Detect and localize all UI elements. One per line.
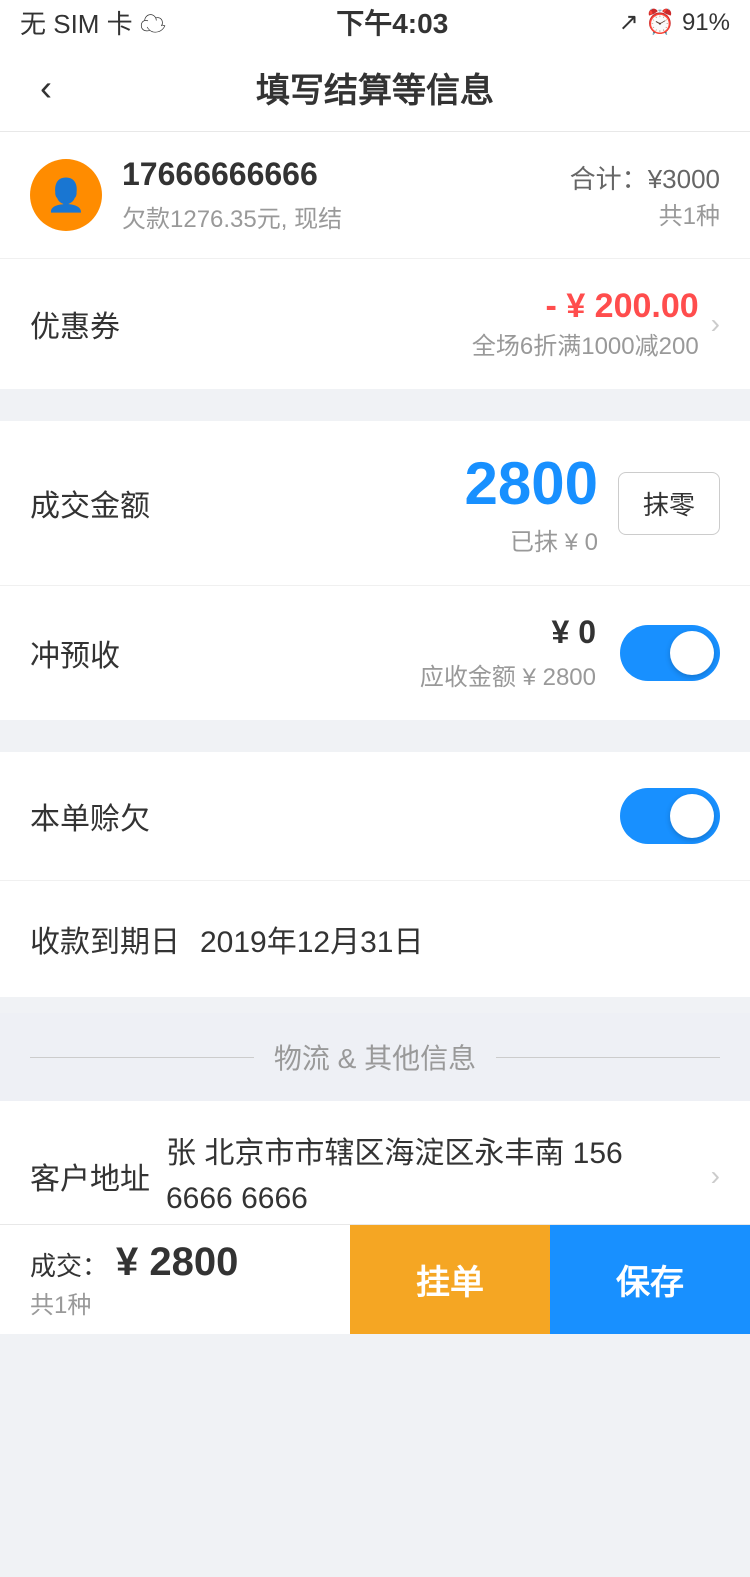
page-title: 填写结算等信息	[256, 63, 494, 112]
status-right: ↗ ⏰ 91%	[619, 8, 730, 37]
due-date-label: 收款到期日	[30, 917, 180, 961]
customer-phone: 17666666666	[122, 156, 342, 193]
coupon-chevron-icon: ›	[711, 308, 720, 340]
round-off-button[interactable]: 抹零	[618, 472, 720, 535]
amount-section: 成交金额 2800 已抹 ¥ 0 抹零 冲预收 ¥ 0 应收金额 ¥ 2800	[0, 421, 750, 720]
sim-status: 无 SIM 卡 ☁	[20, 4, 166, 41]
amount-sub: 已抹 ¥ 0	[510, 522, 598, 557]
amount-right: 2800 已抹 ¥ 0 抹零	[465, 449, 721, 557]
amount-label: 成交金额	[30, 481, 150, 525]
hold-button[interactable]: 挂单	[350, 1225, 550, 1334]
debt-toggle[interactable]	[620, 788, 720, 844]
status-icons: ↗ ⏰ 91%	[619, 8, 730, 37]
prepaid-col: ¥ 0 应收金额 ¥ 2800	[420, 614, 596, 692]
prepaid-label: 冲预收	[30, 631, 120, 675]
bottom-bar: 成交： ¥ 2800 共1种 挂单 保存	[0, 1224, 750, 1334]
status-time: 下午4:03	[336, 2, 448, 42]
divider-1	[0, 405, 750, 421]
avatar-icon: 👤	[46, 176, 86, 214]
total-count: 共1种	[570, 196, 720, 231]
logistics-line-left	[30, 1057, 254, 1058]
logistics-divider: 物流 & 其他信息	[0, 1013, 750, 1101]
bottom-count: 共1种	[30, 1285, 320, 1320]
debt-row: 本单赊欠	[0, 752, 750, 880]
logistics-line-right	[496, 1057, 720, 1058]
coupon-row[interactable]: 优惠券 - ¥ 200.00 全场6折满1000减200 ›	[0, 258, 750, 389]
address-chevron-icon: ›	[711, 1160, 720, 1192]
coupon-right: - ¥ 200.00 全场6折满1000减200 ›	[472, 287, 720, 361]
status-bar: 无 SIM 卡 ☁ 下午4:03 ↗ ⏰ 91%	[0, 0, 750, 44]
save-button[interactable]: 保存	[550, 1225, 750, 1334]
debt-section: 本单赊欠 收款到期日 2019年12月31日	[0, 752, 750, 997]
prepaid-toggle[interactable]	[620, 625, 720, 681]
back-button[interactable]: ‹	[30, 57, 62, 119]
customer-info: 17666666666 欠款1276.35元, 现结	[122, 156, 342, 234]
amount-col: 2800 已抹 ¥ 0	[465, 449, 598, 557]
customer-row: 👤 17666666666 欠款1276.35元, 现结 合计：¥3000 共1…	[0, 132, 750, 258]
bottom-amount: ¥ 2800	[116, 1240, 238, 1285]
coupon-desc: 全场6折满1000减200	[472, 326, 699, 361]
bottom-label: 成交：	[30, 1246, 108, 1283]
total-label: 合计：¥3000	[570, 159, 720, 196]
bottom-spacer	[0, 1467, 750, 1577]
nav-bar: ‹ 填写结算等信息	[0, 44, 750, 132]
debt-label: 本单赊欠	[30, 794, 150, 838]
prepaid-sub: 应收金额 ¥ 2800	[420, 657, 596, 692]
customer-sub: 欠款1276.35元, 现结	[122, 199, 342, 234]
amount-row: 成交金额 2800 已抹 ¥ 0 抹零	[0, 421, 750, 585]
bottom-summary: 成交： ¥ 2800 共1种	[0, 1225, 350, 1334]
customer-section: 👤 17666666666 欠款1276.35元, 现结 合计：¥3000 共1…	[0, 132, 750, 389]
logistics-text: 物流 & 其他信息	[274, 1037, 476, 1077]
prepaid-row: 冲预收 ¥ 0 应收金额 ¥ 2800	[0, 585, 750, 720]
bottom-amount-row: 成交： ¥ 2800	[30, 1240, 320, 1285]
due-date-row: 收款到期日 2019年12月31日	[0, 880, 750, 997]
status-left: 无 SIM 卡 ☁	[20, 4, 166, 41]
divider-2	[0, 736, 750, 752]
due-date-value: 2019年12月31日	[200, 917, 423, 961]
coupon-label: 优惠券	[30, 302, 120, 346]
customer-right: 合计：¥3000 共1种	[570, 159, 720, 231]
avatar: 👤	[30, 159, 102, 231]
amount-value: 2800	[465, 449, 598, 518]
prepaid-amount: ¥ 0	[552, 614, 596, 651]
prepaid-right: ¥ 0 应收金额 ¥ 2800	[420, 614, 720, 692]
address-label: 客户地址	[30, 1154, 150, 1198]
address-value: 张 北京市市辖区海淀区永丰南 156 6666 6666	[166, 1131, 695, 1221]
coupon-discount: - ¥ 200.00	[472, 287, 699, 326]
customer-left: 👤 17666666666 欠款1276.35元, 现结	[30, 156, 342, 234]
